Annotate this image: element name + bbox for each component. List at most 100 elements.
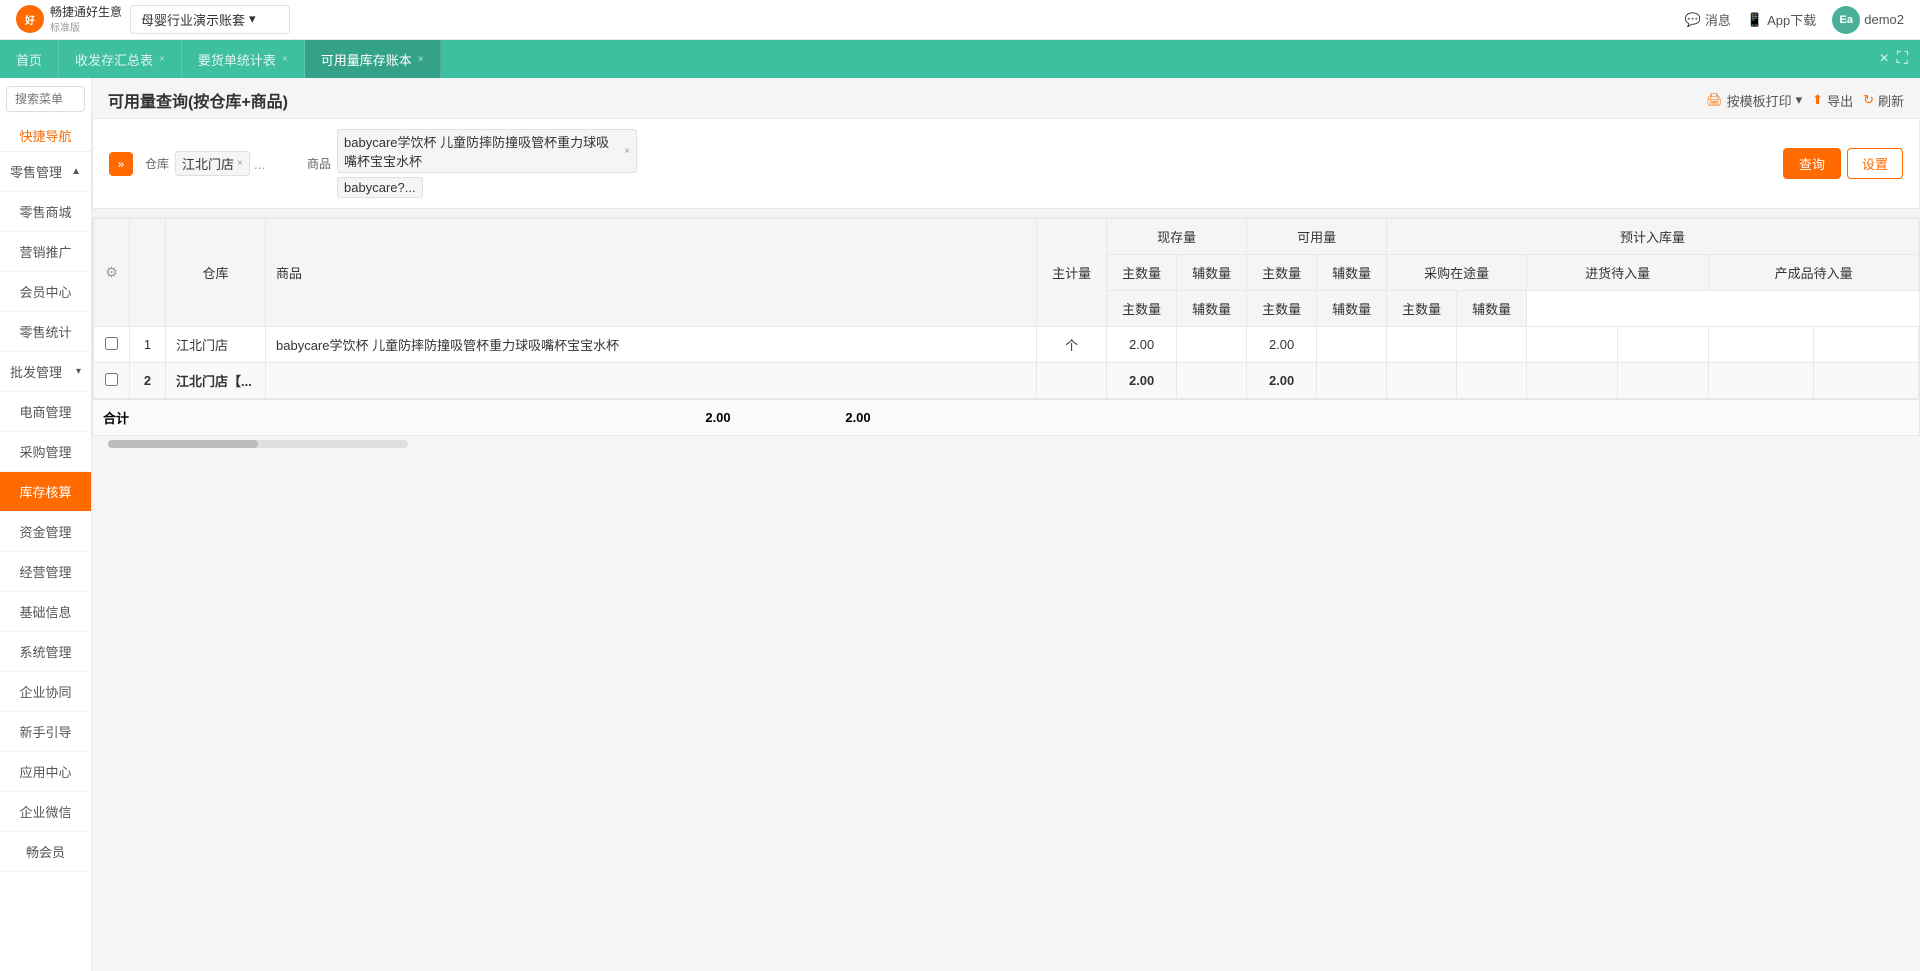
wholesale-mgmt-label: 批发管理 <box>10 362 62 381</box>
print-button[interactable]: 🖨 按模板打印 ▾ <box>1706 91 1802 110</box>
inventory-check-label: 库存核算 <box>19 485 71 500</box>
td-pur-aux-1 <box>1457 327 1527 363</box>
th-warehouse: 仓库 <box>166 219 266 327</box>
scrollbar-thumb[interactable] <box>108 440 258 448</box>
product-tag-text-0: babycare学饮杯 儿童防摔防撞吸管杯重力球吸嘴杯宝宝水杯 <box>344 132 621 170</box>
new-guide-label: 新手引导 <box>19 725 71 740</box>
td-prod-main-1 <box>1709 327 1814 363</box>
th-available-aux-qty: 辅数量 <box>1317 255 1387 291</box>
product-tag-close-0[interactable]: × <box>624 146 630 157</box>
td-index-1: 1 <box>130 327 166 363</box>
td-unit-2 <box>1037 363 1107 399</box>
th-product-pending: 产成品待入量 <box>1709 255 1919 291</box>
tab-available-stock[interactable]: 可用量库存账本 × <box>305 40 441 78</box>
th-main-unit: 主计量 <box>1037 219 1107 327</box>
warehouse-tag-close[interactable]: × <box>237 158 243 169</box>
tab-receipt-close[interactable]: × <box>159 54 165 65</box>
th-current-aux-qty: 辅数量 <box>1177 255 1247 291</box>
page-header: 可用量查询(按仓库+商品) 🖨 按模板打印 ▾ ⬆ 导出 ↻ 刷新 <box>92 78 1920 118</box>
query-button[interactable]: 查询 <box>1783 148 1841 179</box>
sidebar-item-wholesale-mgmt[interactable]: 批发管理 ▾ <box>0 352 91 392</box>
app-download-action[interactable]: 📱 App下载 <box>1747 10 1816 29</box>
data-table: ⚙ 仓库 商品 主计量 现存量 可用量 预计入库量 主数量 辅数量 主数量 <box>93 218 1919 399</box>
tab-home-label: 首页 <box>16 50 42 69</box>
th-product: 商品 <box>266 219 1037 327</box>
sidebar-item-quick-nav[interactable]: 快捷导航 <box>0 120 91 152</box>
search-input[interactable] <box>6 86 85 112</box>
td-pur-main-2 <box>1387 363 1457 399</box>
td-product-2 <box>266 363 1037 399</box>
warehouse-tag-0[interactable]: 江北门店 × <box>175 151 250 176</box>
th-available-main-qty: 主数量 <box>1247 255 1317 291</box>
th-product-main: 主数量 <box>1387 291 1457 327</box>
product-tag-1[interactable]: babycare?... <box>337 177 423 198</box>
sidebar-item-ecommerce-mgmt[interactable]: 电商管理 <box>0 392 91 432</box>
row-checkbox-1[interactable] <box>105 337 118 350</box>
sidebar-item-marketing[interactable]: 营销推广 <box>0 232 91 272</box>
td-checkbox-2[interactable] <box>94 363 130 399</box>
sidebar-item-system-mgmt[interactable]: 系统管理 <box>0 632 91 672</box>
sidebar-item-enterprise-coop[interactable]: 企业协同 <box>0 672 91 712</box>
print-label: 按模板打印 <box>1727 91 1792 110</box>
sidebar-item-inventory-check[interactable]: 库存核算 <box>0 472 91 512</box>
th-checkbox: ⚙ <box>94 219 130 327</box>
refresh-label: 刷新 <box>1878 91 1904 110</box>
tabs-close-all-icon[interactable]: × <box>1879 50 1888 68</box>
th-incoming-aux: 辅数量 <box>1317 291 1387 327</box>
message-action[interactable]: 💬 消息 <box>1685 10 1731 29</box>
app-center-label: 应用中心 <box>19 765 71 780</box>
scrollbar-track[interactable] <box>108 440 408 448</box>
user-action[interactable]: Ea demo2 <box>1832 6 1904 34</box>
scrollbar-area <box>92 436 1920 452</box>
td-current-aux-2 <box>1177 363 1247 399</box>
td-inc-main-2 <box>1527 363 1618 399</box>
export-label: 导出 <box>1827 91 1853 110</box>
settings-button[interactable]: 设置 <box>1847 148 1903 179</box>
td-pur-aux-2 <box>1457 363 1527 399</box>
logo-text: 畅捷通好生意 <box>50 5 122 19</box>
message-icon: 💬 <box>1685 12 1701 28</box>
tab-order-stats[interactable]: 要货单统计表 × <box>182 40 305 78</box>
row-checkbox-2[interactable] <box>105 373 118 386</box>
td-pur-main-1 <box>1387 327 1457 363</box>
sidebar-item-retail-mall[interactable]: 零售商城 <box>0 192 91 232</box>
sidebar-item-finance-mgmt[interactable]: 资金管理 <box>0 512 91 552</box>
th-incoming: 进货待入量 <box>1527 255 1709 291</box>
system-mgmt-label: 系统管理 <box>19 645 71 660</box>
sidebar-search-area <box>0 78 91 120</box>
th-index <box>130 219 166 327</box>
td-inc-main-1 <box>1527 327 1618 363</box>
sidebar-item-purchase-mgmt[interactable]: 采购管理 <box>0 432 91 472</box>
operation-mgmt-label: 经营管理 <box>19 565 71 580</box>
export-button[interactable]: ⬆ 导出 <box>1812 91 1853 110</box>
sidebar-item-app-center[interactable]: 应用中心 <box>0 752 91 792</box>
tabs-expand-icon[interactable]: ⛶ <box>1897 50 1908 68</box>
sidebar-item-operation-mgmt[interactable]: 经营管理 <box>0 552 91 592</box>
org-selector[interactable]: 母婴行业演示账套 ▾ <box>130 5 290 34</box>
tab-available-close[interactable]: × <box>418 54 424 65</box>
refresh-button[interactable]: ↻ 刷新 <box>1863 91 1904 110</box>
sidebar-item-enterprise-wechat[interactable]: 企业微信 <box>0 792 91 832</box>
retail-stats-label: 零售统计 <box>19 325 71 340</box>
sidebar-item-member-center[interactable]: 会员中心 <box>0 272 91 312</box>
top-bar-right: 💬 消息 📱 App下载 Ea demo2 <box>1685 6 1904 34</box>
tab-home[interactable]: 首页 <box>0 40 59 78</box>
gear-icon[interactable]: ⚙ <box>105 264 118 280</box>
sidebar-item-basic-info[interactable]: 基础信息 <box>0 592 91 632</box>
product-filter-group: 商品 babycare学饮杯 儿童防摔防撞吸管杯重力球吸嘴杯宝宝水杯 × bab… <box>307 129 637 198</box>
sidebar-item-retail-stats[interactable]: 零售统计 <box>0 312 91 352</box>
sidebar-item-new-guide[interactable]: 新手引导 <box>0 712 91 752</box>
product-tag-0[interactable]: babycare学饮杯 儿童防摔防撞吸管杯重力球吸嘴杯宝宝水杯 × <box>337 129 637 173</box>
td-checkbox-1[interactable] <box>94 327 130 363</box>
main-layout: 快捷导航 零售管理 ▲ 零售商城 营销推广 会员中心 零售统计 批发管理 ▾ 电… <box>0 78 1920 971</box>
tab-order-close[interactable]: × <box>282 54 288 65</box>
filter-more-icon[interactable]: ... <box>254 156 266 172</box>
td-prod-main-2 <box>1709 363 1814 399</box>
tab-receipt-summary[interactable]: 收发存汇总表 × <box>59 40 182 78</box>
sidebar-item-member[interactable]: 畅会员 <box>0 832 91 872</box>
sidebar-item-retail-mgmt[interactable]: 零售管理 ▲ <box>0 152 91 192</box>
member-center-label: 会员中心 <box>19 285 71 300</box>
product-filter-label: 商品 <box>307 155 331 172</box>
filter-expand-button[interactable]: » <box>109 152 133 176</box>
td-current-aux-1 <box>1177 327 1247 363</box>
